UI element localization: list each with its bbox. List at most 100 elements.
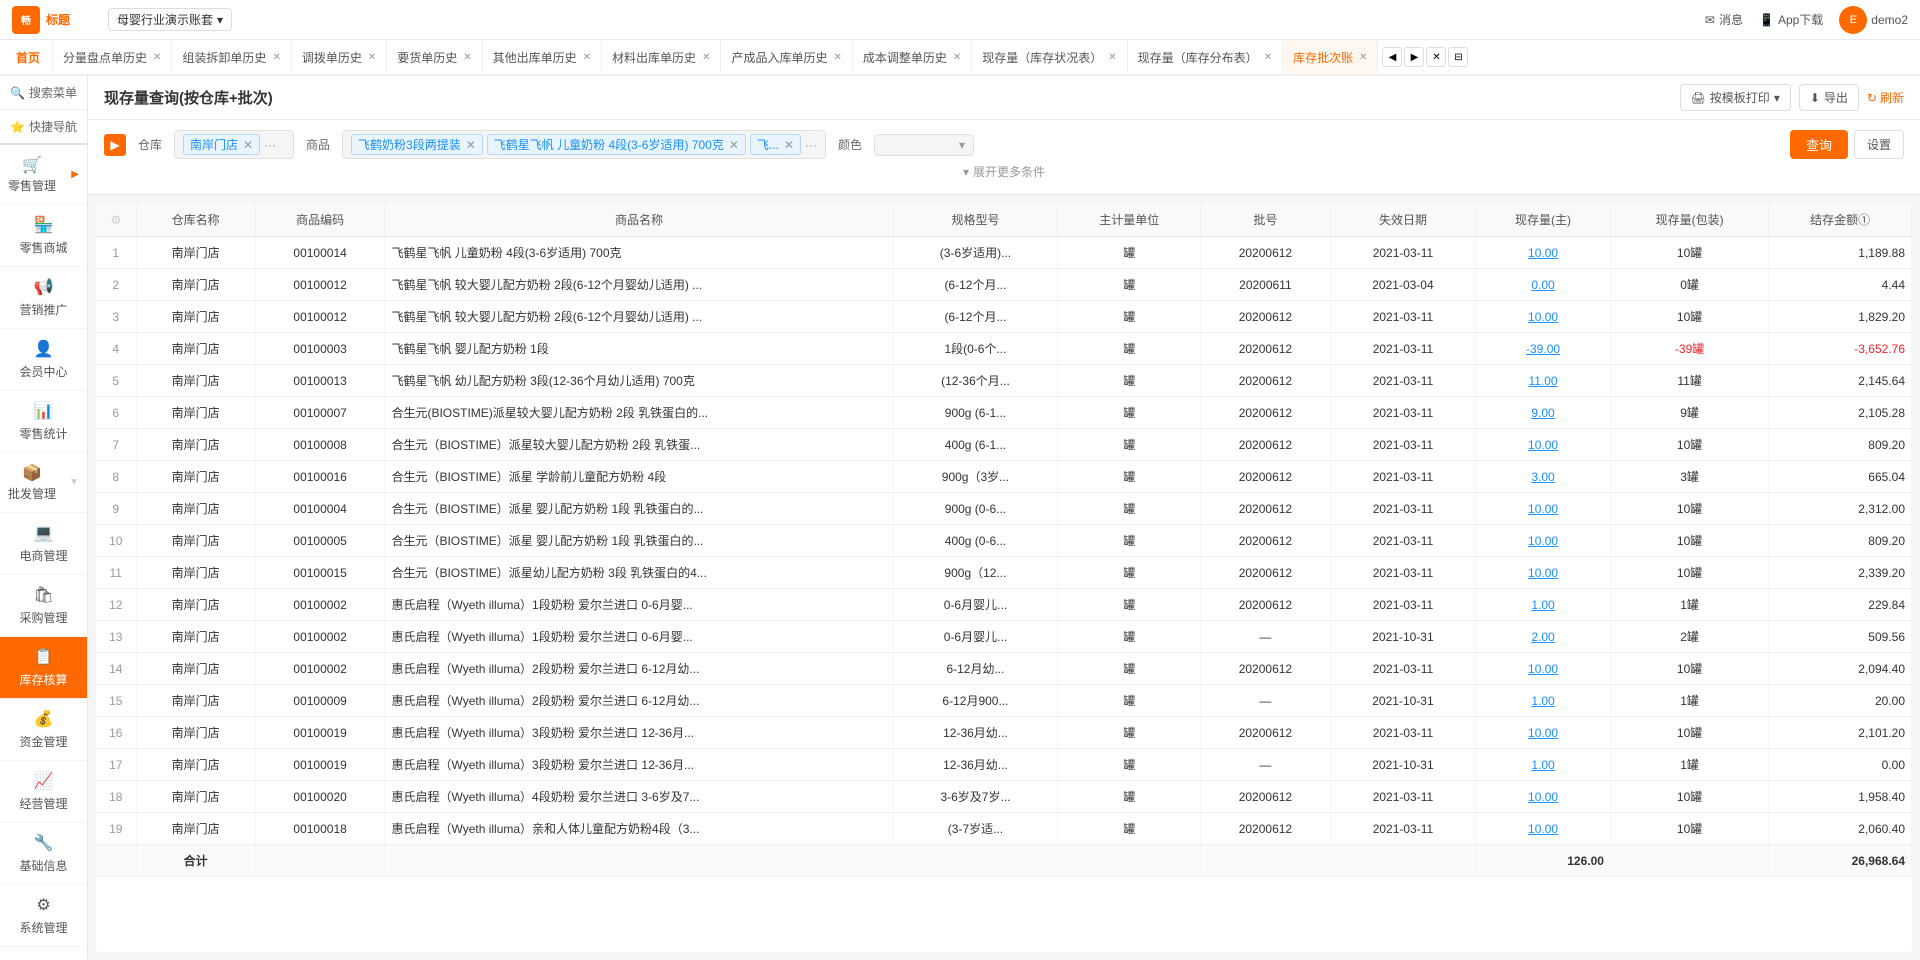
cell-qty-main[interactable]: 10.00 — [1476, 557, 1611, 589]
remove-product-tag-1[interactable]: ✕ — [466, 138, 476, 152]
sidebar-item-retail-stats[interactable]: 📊 零售统计 — [0, 391, 87, 453]
cell-qty-main[interactable]: 1.00 — [1476, 749, 1611, 781]
close-icon[interactable]: ✕ — [1264, 52, 1272, 63]
close-icon[interactable]: ✕ — [583, 52, 591, 63]
filter-expand-toggle[interactable]: ▶ — [104, 134, 126, 156]
cell-qty-main[interactable]: 0.00 — [1476, 269, 1611, 301]
sidebar-item-marketing[interactable]: 📢 营销推广 — [0, 267, 87, 329]
cell-qty-main[interactable]: 9.00 — [1476, 397, 1611, 429]
sidebar-item-management[interactable]: 📈 经营管理 — [0, 761, 87, 823]
cell-qty-main[interactable]: 10.00 — [1476, 813, 1611, 845]
chevron-right-icon: ▶ — [71, 169, 79, 180]
sidebar-item-basic[interactable]: 🔧 基础信息 — [0, 823, 87, 885]
sidebar-item-mall[interactable]: 🏪 零售商城 — [0, 205, 87, 267]
print-button[interactable]: 🖨 按模板打印 ▾ — [1680, 84, 1791, 111]
query-button[interactable]: 查询 — [1790, 130, 1848, 159]
nav-prev-button[interactable]: ◀ — [1382, 47, 1402, 67]
tab-5[interactable]: 其他出库单历史 ✕ — [483, 40, 602, 74]
cell-code: 00100004 — [255, 493, 385, 525]
cell-qty-main[interactable]: 3.00 — [1476, 461, 1611, 493]
tab-11[interactable]: 库存批次账 ✕ — [1283, 40, 1378, 74]
cell-amount: 2,094.40 — [1769, 653, 1912, 685]
sidebar-item-retail[interactable]: 🛒 零售管理 ▶ — [0, 145, 87, 205]
product-filter[interactable]: 飞鹤奶粉3段两提装 ✕ 飞鹤星飞帆 儿童奶粉 4段(3-6岁适用) 700克 ✕… — [342, 130, 826, 159]
cell-batch: — — [1201, 685, 1331, 717]
setting-button[interactable]: 设置 — [1854, 130, 1904, 159]
tab-1[interactable]: 分量盘点单历史 ✕ — [53, 40, 172, 74]
cell-qty-main[interactable]: 1.00 — [1476, 589, 1611, 621]
warehouse-filter[interactable]: 南岸门店 ✕ ··· — [174, 130, 294, 159]
color-filter[interactable]: ▾ — [874, 134, 974, 156]
cell-warehouse: 南岸门店 — [136, 717, 255, 749]
cell-qty-main[interactable]: 10.00 — [1476, 429, 1611, 461]
sidebar-item-member[interactable]: 👤 会员中心 — [0, 329, 87, 391]
sidebar-item-ecommerce[interactable]: 💻 电商管理 — [0, 513, 87, 575]
sidebar-label-inventory: 库存核算 — [19, 671, 67, 688]
cell-qty-main[interactable]: 1.00 — [1476, 685, 1611, 717]
tab-2[interactable]: 组装拆卸单历史 ✕ — [172, 40, 291, 74]
close-icon[interactable]: ✕ — [368, 52, 376, 63]
sidebar-item-collab[interactable]: 🤝 企业协同 — [0, 947, 87, 960]
expand-conditions-button[interactable]: ▾ 展开更多条件 — [104, 159, 1904, 184]
close-icon[interactable]: ✕ — [153, 52, 161, 63]
cell-qty-pkg: 10罐 — [1610, 525, 1768, 557]
remove-warehouse-tag[interactable]: ✕ — [243, 138, 253, 152]
cell-warehouse: 南岸门店 — [136, 461, 255, 493]
cell-qty-main[interactable]: 10.00 — [1476, 525, 1611, 557]
cell-name: 飞鹤星飞帆 幼儿配方奶粉 3段(12-36个月幼儿适用) 700克 — [385, 365, 893, 397]
tab-home[interactable]: 首页 — [4, 40, 53, 74]
close-icon[interactable]: ✕ — [833, 52, 841, 63]
sidebar-item-inventory[interactable]: 📋 库存核算 — [0, 637, 87, 699]
tab-3[interactable]: 调拨单历史 ✕ — [292, 40, 387, 74]
sidebar-search[interactable]: 🔍 搜索菜单 — [0, 76, 87, 110]
remove-product-tag-2[interactable]: ✕ — [729, 138, 739, 152]
top-bar: 畅 标题 母婴行业演示账套 ▾ ✉ 消息 📱 App下载 E demo2 — [0, 0, 1920, 40]
cell-spec: 0-6月婴儿... — [893, 621, 1058, 653]
cell-qty-main[interactable]: 10.00 — [1476, 717, 1611, 749]
cell-qty-main[interactable]: 11.00 — [1476, 365, 1611, 397]
nav-menu-button[interactable]: ⊟ — [1448, 47, 1468, 67]
close-icon[interactable]: ✕ — [953, 52, 961, 63]
cell-code: 00100003 — [255, 333, 385, 365]
message-button[interactable]: ✉ 消息 — [1705, 11, 1743, 28]
tab-7[interactable]: 产成品入库单历史 ✕ — [721, 40, 852, 74]
close-icon[interactable]: ✕ — [1359, 52, 1367, 63]
export-button[interactable]: ⬇ 导出 — [1799, 84, 1859, 111]
nav-close-button[interactable]: ✕ — [1426, 47, 1446, 67]
tab-10[interactable]: 现存量（库存分布表） ✕ — [1128, 40, 1283, 74]
cell-qty-pkg: 10罐 — [1610, 493, 1768, 525]
industry-select[interactable]: 母婴行业演示账套 ▾ — [108, 8, 232, 31]
sidebar-item-finance[interactable]: 💰 资金管理 — [0, 699, 87, 761]
cell-qty-main[interactable]: 2.00 — [1476, 621, 1611, 653]
tab-9[interactable]: 现存量（库存状况表） ✕ — [972, 40, 1127, 74]
close-icon[interactable]: ✕ — [272, 52, 280, 63]
sidebar-item-purchase[interactable]: 🛍 采购管理 — [0, 575, 87, 637]
cell-qty-pkg: 2罐 — [1610, 621, 1768, 653]
settings-icon[interactable]: ⚙ — [110, 213, 121, 227]
search-icon: 🔍 — [10, 86, 25, 100]
close-icon[interactable]: ✕ — [463, 52, 471, 63]
cell-qty-main[interactable]: 10.00 — [1476, 237, 1611, 269]
cell-qty-main[interactable]: 10.00 — [1476, 301, 1611, 333]
refresh-button[interactable]: ↻ 刷新 — [1867, 89, 1904, 106]
cell-qty-main[interactable]: 10.00 — [1476, 781, 1611, 813]
tab-8[interactable]: 成本调整单历史 ✕ — [853, 40, 972, 74]
close-icon[interactable]: ✕ — [702, 52, 710, 63]
cell-qty-main[interactable]: 10.00 — [1476, 493, 1611, 525]
app-download-button[interactable]: 📱 App下载 — [1759, 11, 1823, 28]
nav-next-button[interactable]: ▶ — [1404, 47, 1424, 67]
sidebar-quick-nav[interactable]: ⭐ 快捷导航 — [0, 110, 87, 145]
tab-6[interactable]: 材料出库单历史 ✕ — [602, 40, 721, 74]
sidebar-item-wholesale[interactable]: 📦 批发管理 ▼ — [0, 453, 87, 513]
remove-product-tag-3[interactable]: ✕ — [784, 138, 794, 152]
more-warehouses[interactable]: ··· — [264, 138, 276, 152]
tab-4[interactable]: 要货单历史 ✕ — [387, 40, 482, 74]
sidebar-item-system[interactable]: ⚙ 系统管理 — [0, 885, 87, 947]
cell-qty-main[interactable]: -39.00 — [1476, 333, 1611, 365]
close-icon[interactable]: ✕ — [1108, 52, 1116, 63]
cell-name: 惠氏启程（Wyeth illuma）2段奶粉 爱尔兰进口 6-12月幼... — [385, 685, 893, 717]
user-menu[interactable]: E demo2 — [1839, 6, 1908, 34]
cell-qty-main[interactable]: 10.00 — [1476, 653, 1611, 685]
col-settings[interactable]: ⚙ — [96, 203, 136, 237]
more-products[interactable]: ··· — [805, 138, 817, 152]
